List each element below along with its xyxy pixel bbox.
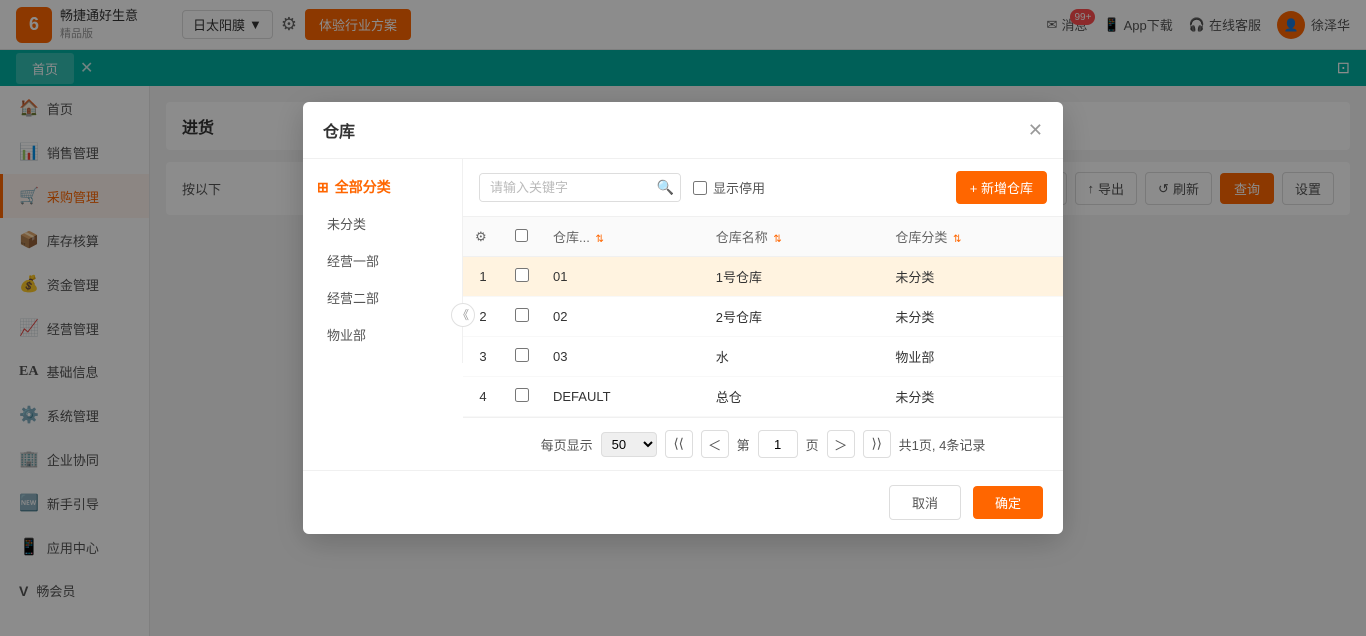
cell-code: 03 (541, 337, 704, 377)
cat-item-1[interactable]: 经营一部 (303, 242, 462, 279)
th-code[interactable]: 仓库... ⇅ (541, 217, 704, 257)
show-disabled-label: 显示停用 (693, 178, 765, 197)
cell-checkbox[interactable] (503, 297, 541, 337)
cell-category: 未分类 (883, 297, 1063, 337)
cat-collapse-btn[interactable]: 《 (451, 303, 475, 327)
select-all-checkbox[interactable] (515, 229, 528, 242)
confirm-btn[interactable]: 确定 (973, 486, 1043, 519)
cat-item-label-1: 经营一部 (327, 254, 379, 269)
show-disabled-checkbox[interactable] (693, 181, 707, 195)
cell-name: 2号仓库 (704, 297, 884, 337)
page-next-btn[interactable]: ＞ (827, 430, 855, 458)
cat-item-0[interactable]: 未分类 (303, 205, 462, 242)
th-name-label: 仓库名称 (716, 230, 768, 245)
modal-overlay: 仓库 ✕ ⊞ 全部分类 未分类 经营一部 (0, 0, 1366, 636)
table-body: 1 01 1号仓库 未分类 2 02 2号仓库 未分类 3 03 水 物业部 4… (463, 257, 1063, 417)
sort-icon-category: ⇅ (953, 234, 961, 245)
th-category-label: 仓库分类 (895, 230, 947, 245)
cell-category: 未分类 (883, 377, 1063, 417)
sort-icon-code: ⇅ (595, 234, 603, 245)
search-bar: 🔍 显示停用 + 新增仓库 (463, 159, 1063, 217)
search-input[interactable] (480, 174, 680, 201)
cell-checkbox[interactable] (503, 337, 541, 377)
cat-item-label-3: 物业部 (327, 328, 366, 343)
page-label: 第 (737, 435, 750, 454)
cell-num: 4 (463, 377, 503, 417)
add-warehouse-btn[interactable]: + 新增仓库 (956, 171, 1047, 204)
cell-code: 01 (541, 257, 704, 297)
table-row[interactable]: 4 DEFAULT 总仓 未分类 (463, 377, 1063, 417)
table-row[interactable]: 2 02 2号仓库 未分类 (463, 297, 1063, 337)
cat-all-label: 全部分类 (335, 177, 391, 197)
pagination: 每页显示 50 20 100 ⟨⟨ ＜ 第 1 页 ＞ ⟩⟩ 共1页, 4条记录 (463, 417, 1063, 470)
cat-item-3[interactable]: 物业部 (303, 316, 462, 353)
cell-code: 02 (541, 297, 704, 337)
page-number-input[interactable]: 1 (758, 430, 798, 458)
cancel-btn[interactable]: 取消 (889, 485, 961, 520)
th-name[interactable]: 仓库名称 ⇅ (704, 217, 884, 257)
page-prev-btn[interactable]: ＜ (701, 430, 729, 458)
warehouse-modal: 仓库 ✕ ⊞ 全部分类 未分类 经营一部 (303, 102, 1063, 534)
right-panel: 🔍 显示停用 + 新增仓库 ⚙ (463, 159, 1063, 470)
cell-category: 物业部 (883, 337, 1063, 377)
table-row[interactable]: 1 01 1号仓库 未分类 (463, 257, 1063, 297)
per-page-select[interactable]: 50 20 100 (601, 432, 657, 457)
cell-num: 1 (463, 257, 503, 297)
cat-panel: ⊞ 全部分类 未分类 经营一部 经营二部 物业部 (303, 159, 463, 363)
modal-header: 仓库 ✕ (303, 102, 1063, 159)
cat-item-label-2: 经营二部 (327, 291, 379, 306)
modal-footer: 取消 确定 (303, 470, 1063, 534)
table-container: ⚙ 仓库... ⇅ 仓库名称 ⇅ (463, 217, 1063, 417)
cell-checkbox[interactable] (503, 257, 541, 297)
th-code-label: 仓库... (553, 230, 590, 245)
cell-num: 3 (463, 337, 503, 377)
cell-code: DEFAULT (541, 377, 704, 417)
warehouse-table: ⚙ 仓库... ⇅ 仓库名称 ⇅ (463, 217, 1063, 417)
grid-icon: ⊞ (317, 179, 329, 196)
modal-close-btn[interactable]: ✕ (1028, 120, 1043, 141)
show-disabled-text: 显示停用 (713, 178, 765, 197)
search-input-wrap: 🔍 (479, 173, 681, 202)
cell-category: 未分类 (883, 257, 1063, 297)
th-category[interactable]: 仓库分类 ⇅ (883, 217, 1063, 257)
per-page-label: 每页显示 (541, 435, 593, 454)
cell-name: 总仓 (704, 377, 884, 417)
page-first-btn[interactable]: ⟨⟨ (665, 430, 693, 458)
modal-body: ⊞ 全部分类 未分类 经营一部 经营二部 物业部 (303, 159, 1063, 470)
sort-icon-name: ⇅ (773, 234, 781, 245)
table-header: ⚙ 仓库... ⇅ 仓库名称 ⇅ (463, 217, 1063, 257)
th-gear[interactable]: ⚙ (463, 217, 503, 257)
table-row[interactable]: 3 03 水 物业部 (463, 337, 1063, 377)
cell-name: 水 (704, 337, 884, 377)
cat-item-2[interactable]: 经营二部 (303, 279, 462, 316)
cat-item-label-0: 未分类 (327, 217, 366, 232)
search-icon[interactable]: 🔍 (657, 179, 674, 196)
cat-all[interactable]: ⊞ 全部分类 (303, 169, 462, 205)
th-checkbox (503, 217, 541, 257)
total-label: 共1页, 4条记录 (899, 435, 986, 454)
cell-name: 1号仓库 (704, 257, 884, 297)
page-last-btn[interactable]: ⟩⟩ (863, 430, 891, 458)
cell-checkbox[interactable] (503, 377, 541, 417)
page-end-label: 页 (806, 435, 819, 454)
cat-panel-wrap: ⊞ 全部分类 未分类 经营一部 经营二部 物业部 (303, 159, 463, 470)
modal-title: 仓库 (323, 118, 355, 142)
